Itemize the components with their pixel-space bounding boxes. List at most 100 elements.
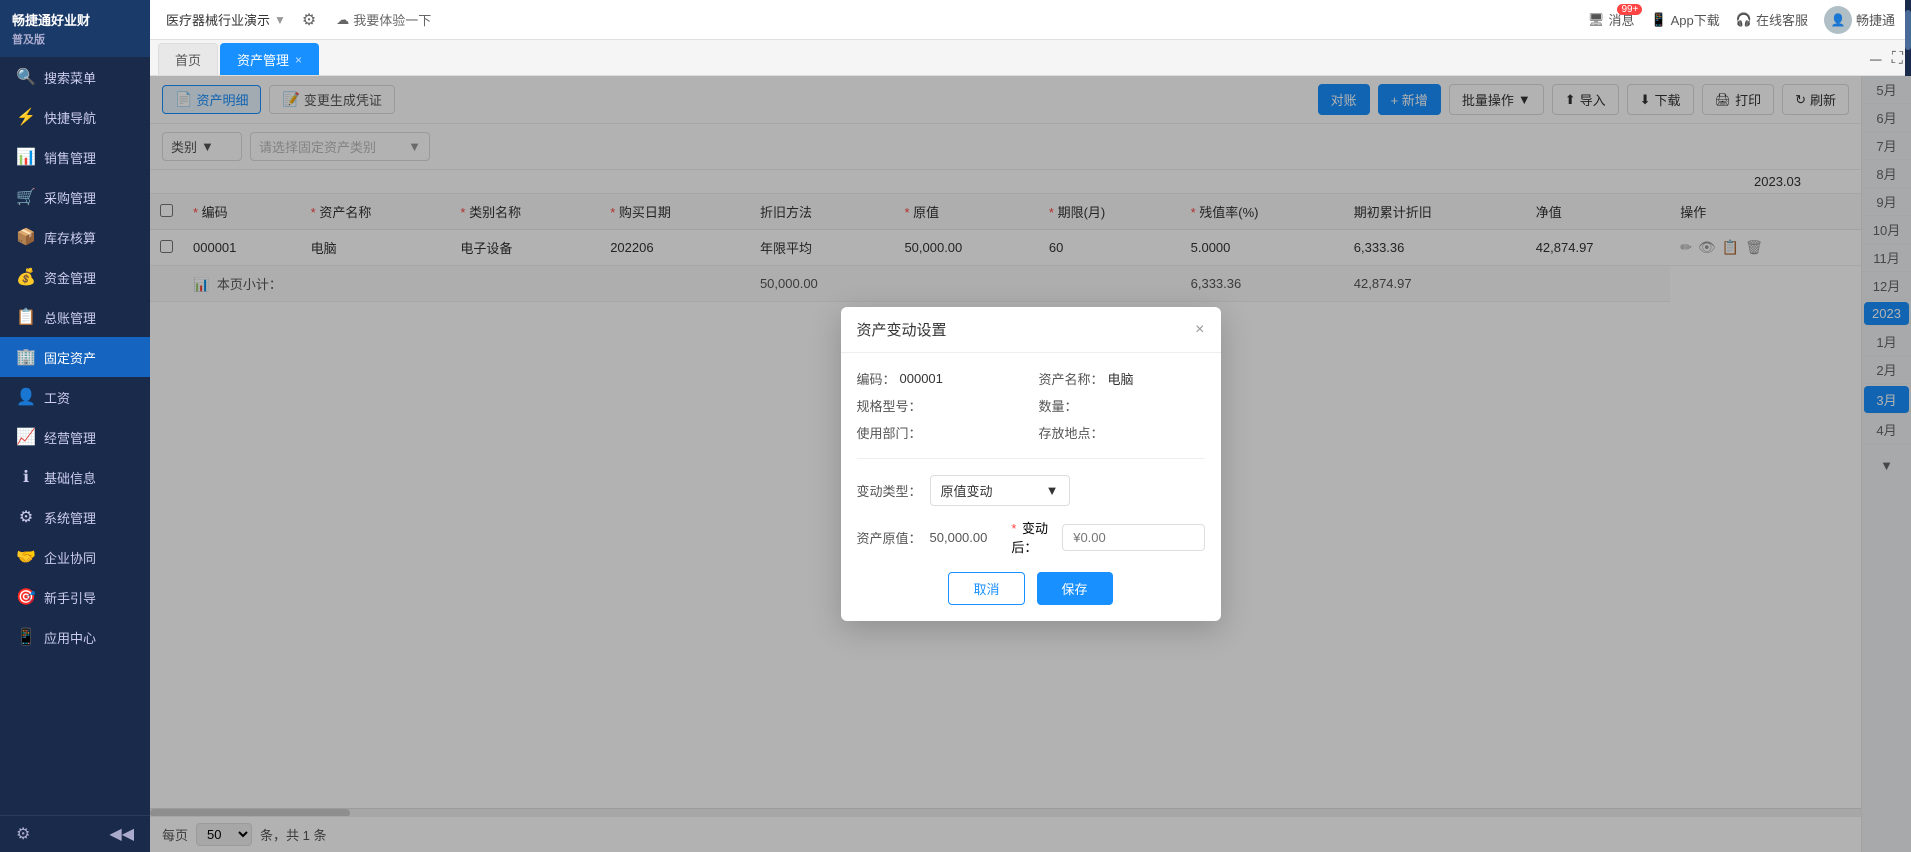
notification-icon: 🖥 xyxy=(1588,12,1605,28)
company-selector[interactable]: 医疗器械行业演示 ▼ xyxy=(166,10,286,29)
logo-sub: 普及版 xyxy=(12,31,45,47)
sidebar-item-sales[interactable]: 📊 销售管理 xyxy=(0,137,150,177)
sidebar-item-apps[interactable]: 📱 应用中心 xyxy=(0,617,150,657)
save-button[interactable]: 保存 xyxy=(1037,572,1113,605)
cancel-button[interactable]: 取消 xyxy=(948,572,1024,605)
inventory-icon: 📦 xyxy=(16,227,36,247)
guide-icon: 🎯 xyxy=(16,587,36,607)
dialog-info-grid: 编码： 000001 资产名称： 电脑 规格型号： 数量： xyxy=(857,369,1205,459)
sidebar-item-search[interactable]: 🔍 搜索菜单 xyxy=(0,57,150,97)
tab-close-icon[interactable]: × xyxy=(295,53,302,67)
sidebar-item-inventory[interactable]: 📦 库存核算 xyxy=(0,217,150,257)
user-profile-btn[interactable]: 👤 畅捷通 xyxy=(1824,6,1895,34)
payroll-icon: 👤 xyxy=(16,387,36,407)
dialog-header: 资产变动设置 × xyxy=(841,307,1221,353)
app-download-btn[interactable]: 📱 App下载 xyxy=(1650,10,1719,29)
settings-gear-icon[interactable]: ⚙ xyxy=(302,10,316,30)
sidebar-item-quick-nav[interactable]: ⚡ 快捷导航 xyxy=(0,97,150,137)
settings-icon[interactable]: ⚙ xyxy=(16,824,30,844)
notifications-btn[interactable]: 🖥 消息 99+ xyxy=(1588,10,1635,29)
sidebar-item-finance[interactable]: 💰 资金管理 xyxy=(0,257,150,297)
change-type-select[interactable]: 原值变动 ▼ xyxy=(930,475,1070,506)
main-area: 医疗器械行业演示 ▼ ⚙ ☁ 我要体验一下 🖥 消息 99+ 📱 App下载 🎧… xyxy=(150,0,1911,852)
sidebar-item-payroll[interactable]: 👤 工资 xyxy=(0,377,150,417)
ledger-icon: 📋 xyxy=(16,307,36,327)
system-icon: ⚙ xyxy=(16,507,36,527)
dept-label: 使用部门： xyxy=(857,423,922,442)
cooperation-icon: 🤝 xyxy=(16,547,36,567)
window-controls: － ⛶ xyxy=(1868,47,1903,75)
asset-change-dialog: 资产变动设置 × 编码： 000001 资产名称： 电脑 xyxy=(841,307,1221,621)
customer-service-icon: 🎧 xyxy=(1736,12,1752,28)
sidebar-item-label: 应用中心 xyxy=(44,628,96,647)
user-name-label: 畅捷通 xyxy=(1856,10,1895,29)
quantity-label: 数量： xyxy=(1039,396,1078,415)
after-change-required: * 变动后： xyxy=(1011,518,1054,556)
modal-overlay: 资产变动设置 × 编码： 000001 资产名称： 电脑 xyxy=(150,76,1911,852)
dialog-asset-name: 资产名称： 电脑 xyxy=(1039,369,1205,388)
after-change-input[interactable] xyxy=(1062,524,1204,551)
customer-service-label: 在线客服 xyxy=(1756,10,1808,29)
notification-badge: 99+ xyxy=(1617,4,1642,15)
sidebar-item-system[interactable]: ⚙ 系统管理 xyxy=(0,497,150,537)
required-star: * xyxy=(1011,521,1016,536)
experience-label: 我要体验一下 xyxy=(353,10,431,29)
sidebar-item-ledger[interactable]: 📋 总账管理 xyxy=(0,297,150,337)
sidebar-item-label: 系统管理 xyxy=(44,508,96,527)
finance-icon: 💰 xyxy=(16,267,36,287)
company-dropdown-arrow: ▼ xyxy=(274,13,286,27)
sidebar-item-label: 基础信息 xyxy=(44,468,96,487)
experience-btn[interactable]: ☁ 我要体验一下 xyxy=(336,10,431,29)
sidebar-item-fixed-assets[interactable]: 🏢 固定资产 xyxy=(0,337,150,377)
dialog-buttons: 取消 保存 xyxy=(857,572,1205,605)
sidebar-item-label: 固定资产 xyxy=(44,348,96,367)
sidebar-item-purchase[interactable]: 🛒 采购管理 xyxy=(0,177,150,217)
minimize-icon[interactable]: － xyxy=(1868,47,1884,71)
sidebar-item-guide[interactable]: 🎯 新手引导 xyxy=(0,577,150,617)
change-type-label: 变动类型： xyxy=(857,481,922,500)
operations-icon: 📈 xyxy=(16,427,36,447)
sidebar-item-cooperation[interactable]: 🤝 企业协同 xyxy=(0,537,150,577)
basic-info-icon: ℹ xyxy=(16,467,36,487)
tab-home[interactable]: 首页 xyxy=(158,43,218,75)
tab-home-label: 首页 xyxy=(175,50,201,69)
dialog-close-button[interactable]: × xyxy=(1195,321,1204,339)
dialog-code: 编码： 000001 xyxy=(857,369,1023,388)
sidebar-item-label: 工资 xyxy=(44,388,70,407)
code-label: 编码： xyxy=(857,369,896,388)
asset-name-value: 电脑 xyxy=(1108,369,1134,388)
sidebar-item-basic-info[interactable]: ℹ 基础信息 xyxy=(0,457,150,497)
tab-asset-label: 资产管理 xyxy=(237,50,289,69)
sidebar-item-label: 库存核算 xyxy=(44,228,96,247)
tab-asset-management[interactable]: 资产管理 × xyxy=(220,43,319,75)
sidebar-item-label: 经营管理 xyxy=(44,428,96,447)
sidebar-item-label: 快捷导航 xyxy=(44,108,96,127)
dialog-quantity: 数量： xyxy=(1039,396,1205,415)
dialog-spec: 规格型号： xyxy=(857,396,1023,415)
avatar: 👤 xyxy=(1824,6,1852,34)
purchase-icon: 🛒 xyxy=(16,187,36,207)
topbar: 医疗器械行业演示 ▼ ⚙ ☁ 我要体验一下 🖥 消息 99+ 📱 App下载 🎧… xyxy=(150,0,1911,40)
logo-title: 畅捷通好业财 xyxy=(12,10,90,29)
sidebar-item-label: 企业协同 xyxy=(44,548,96,567)
sidebar-item-label: 资金管理 xyxy=(44,268,96,287)
sidebar-item-label: 销售管理 xyxy=(44,148,96,167)
cancel-label: 取消 xyxy=(973,582,999,597)
maximize-icon[interactable]: ⛶ xyxy=(1892,50,1903,68)
content-area: 📄 资产明细 📝 变更生成凭证 对账 + 新增 批量操作 xyxy=(150,76,1911,852)
sidebar-item-label: 搜索菜单 xyxy=(44,68,96,87)
app-download-label: App下载 xyxy=(1671,10,1720,29)
customer-service-btn[interactable]: 🎧 在线客服 xyxy=(1736,10,1808,29)
tabbar: 首页 资产管理 × － ⛶ xyxy=(150,40,1911,76)
asset-value-display: 50,000.00 xyxy=(930,530,988,545)
location-label: 存放地点： xyxy=(1039,423,1104,442)
code-value: 000001 xyxy=(900,371,943,386)
collapse-icon[interactable]: ◀◀ xyxy=(109,824,134,844)
spec-label: 规格型号： xyxy=(857,396,922,415)
sidebar-item-operations[interactable]: 📈 经营管理 xyxy=(0,417,150,457)
sales-icon: 📊 xyxy=(16,147,36,167)
sidebar-bottom: ⚙ ◀◀ xyxy=(0,815,150,852)
apps-icon: 📱 xyxy=(16,627,36,647)
change-type-arrow: ▼ xyxy=(1046,483,1059,498)
search-icon: 🔍 xyxy=(16,67,36,87)
